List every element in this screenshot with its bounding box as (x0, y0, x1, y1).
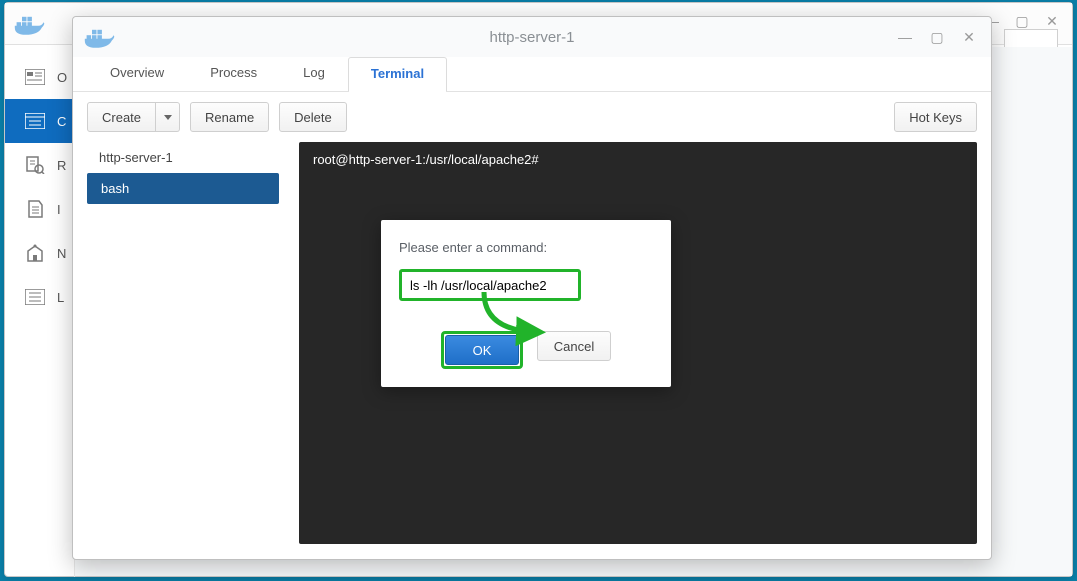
command-dialog: Please enter a command: OK Cancel (381, 220, 671, 387)
container-icon (25, 111, 45, 131)
create-button[interactable]: Create (87, 102, 156, 132)
close-button[interactable]: ✕ (955, 25, 983, 49)
session-item-bash[interactable]: bash (87, 173, 279, 204)
command-input[interactable] (402, 272, 578, 298)
sidebar-item-container[interactable]: C (5, 99, 74, 143)
maximize-button[interactable]: ▢ (923, 25, 951, 49)
create-dropdown-button[interactable] (156, 102, 180, 132)
terminal-session-sidebar: http-server-1 bash (87, 142, 299, 544)
ok-annotation-highlight: OK (441, 331, 523, 369)
modal-body: http-server-1 bash root@http-server-1:/u… (73, 142, 991, 558)
input-annotation-highlight (399, 269, 581, 301)
network-icon (25, 243, 45, 263)
hot-keys-button[interactable]: Hot Keys (894, 102, 977, 132)
cancel-button[interactable]: Cancel (537, 331, 611, 361)
sidebar-label: O (57, 70, 67, 85)
sidebar-label: N (57, 246, 66, 261)
tab-terminal[interactable]: Terminal (348, 57, 447, 91)
sidebar-label: C (57, 114, 66, 129)
modal-tabs: Overview Process Log Terminal (73, 57, 991, 92)
sidebar-label: R (57, 158, 66, 173)
background-sidebar: O C R I N L (5, 47, 75, 577)
rename-button[interactable]: Rename (190, 102, 269, 132)
modal-window-controls: — ▢ ✕ (891, 25, 983, 49)
registry-icon (25, 155, 45, 175)
terminal-prompt: root@http-server-1:/usr/local/apache2# (313, 152, 963, 167)
log-icon (25, 287, 45, 307)
dialog-label: Please enter a command: (399, 240, 653, 255)
sidebar-item-registry[interactable]: R (5, 143, 74, 187)
tab-overview[interactable]: Overview (87, 57, 187, 91)
modal-title: http-server-1 (489, 29, 574, 46)
chevron-down-icon (164, 115, 172, 120)
image-icon (25, 199, 45, 219)
card-icon (25, 67, 45, 87)
tab-log[interactable]: Log (280, 57, 348, 91)
sidebar-item-overview[interactable]: O (5, 55, 74, 99)
session-group-label: http-server-1 (87, 142, 279, 173)
create-split-button: Create (87, 102, 180, 132)
sidebar-item-image[interactable]: I (5, 187, 74, 231)
delete-button[interactable]: Delete (279, 102, 347, 132)
docker-whale-icon (13, 11, 49, 37)
sidebar-label: I (57, 202, 61, 217)
docker-whale-icon (83, 24, 119, 50)
tab-process[interactable]: Process (187, 57, 280, 91)
terminal-panel[interactable]: root@http-server-1:/usr/local/apache2# P… (299, 142, 977, 544)
ok-button[interactable]: OK (445, 335, 519, 365)
sidebar-item-log[interactable]: L (5, 275, 74, 319)
terminal-toolbar: Create Rename Delete Hot Keys (73, 92, 991, 142)
sidebar-item-network[interactable]: N (5, 231, 74, 275)
dialog-button-row: OK Cancel (399, 331, 653, 369)
minimize-button[interactable]: — (891, 25, 919, 49)
container-detail-window: http-server-1 — ▢ ✕ Overview Process Log… (72, 16, 992, 560)
modal-titlebar[interactable]: http-server-1 — ▢ ✕ (73, 17, 991, 57)
sidebar-label: L (57, 290, 64, 305)
